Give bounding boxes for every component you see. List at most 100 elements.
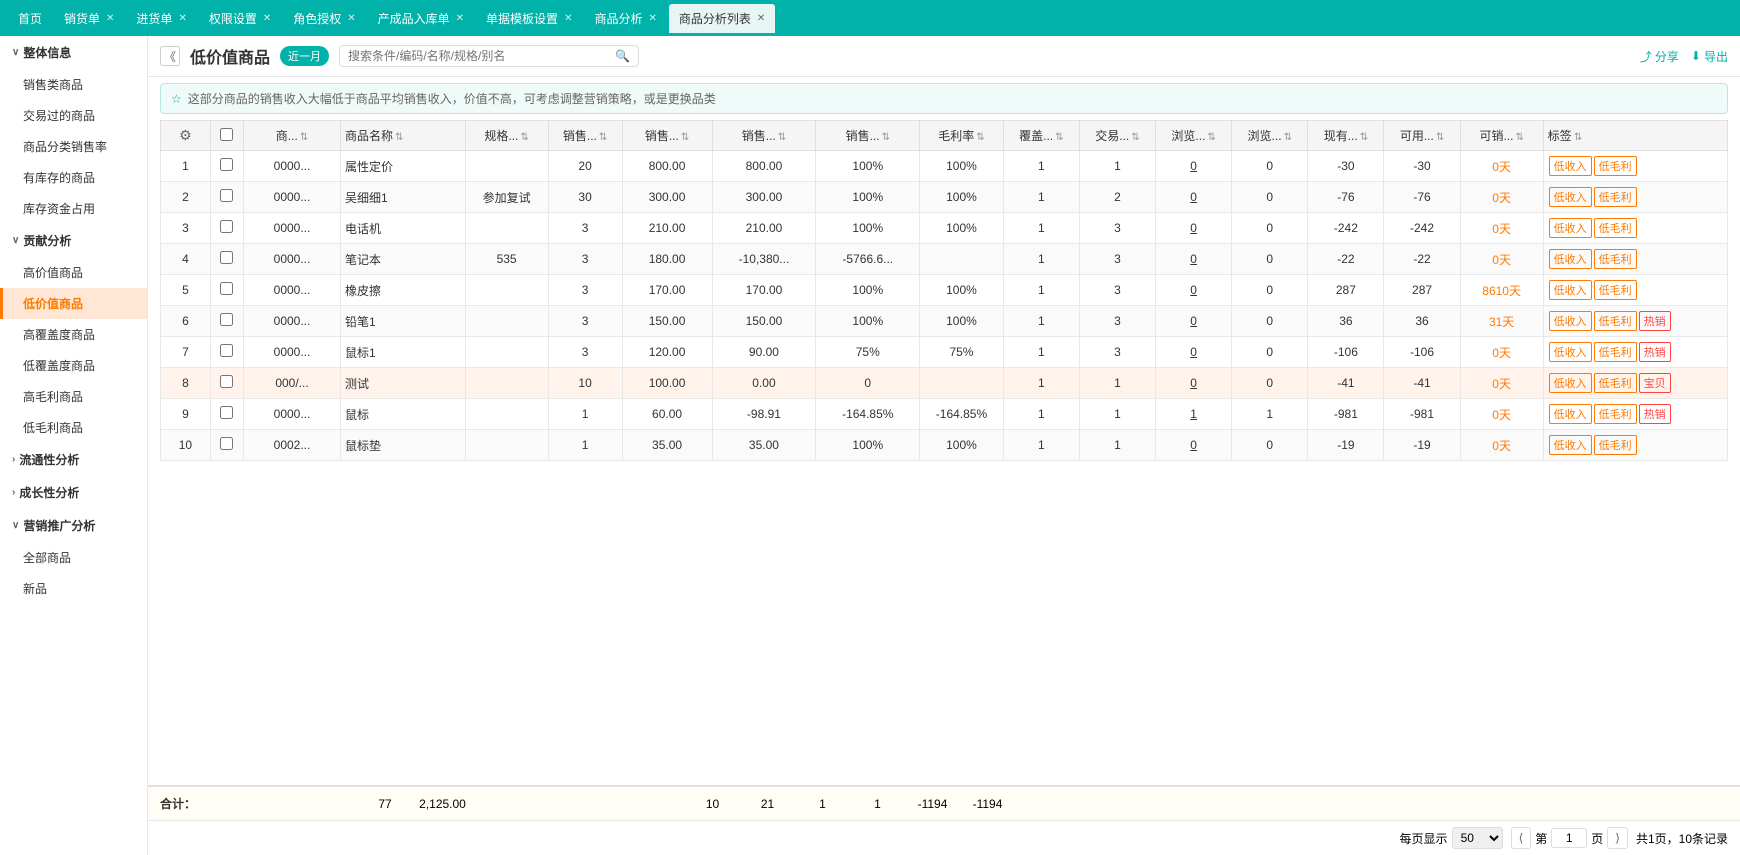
gear-icon[interactable]: ⚙ (179, 127, 192, 143)
th-checkbox[interactable] (210, 121, 243, 151)
row-browse1[interactable]: 0 (1156, 213, 1232, 244)
row-checkbox-cell[interactable] (210, 430, 243, 461)
row-checkbox[interactable] (220, 344, 233, 357)
sidebar-item-all-goods[interactable]: 全部商品 (0, 542, 147, 573)
th-code[interactable]: 商...⇅ (244, 121, 341, 151)
select-all-checkbox[interactable] (220, 128, 233, 141)
nav-sales-order-close[interactable]: ✕ (106, 13, 114, 24)
sidebar-group-circulation[interactable]: › 流通性分析 (0, 443, 147, 476)
sidebar-item-new-goods[interactable]: 新品 (0, 573, 147, 604)
sidebar-item-category-sales-rate[interactable]: 商品分类销售率 (0, 131, 147, 162)
row-checkbox-cell[interactable] (210, 368, 243, 399)
sidebar-item-high-margin[interactable]: 高毛利商品 (0, 381, 147, 412)
row-checkbox[interactable] (220, 313, 233, 326)
th-available[interactable]: 可用...⇅ (1384, 121, 1460, 151)
sidebar-item-low-value[interactable]: 低价值商品 (0, 288, 147, 319)
row-checkbox-cell[interactable] (210, 337, 243, 368)
th-coverage[interactable]: 覆盖...⇅ (1003, 121, 1079, 151)
search-icon[interactable]: 🔍 (615, 49, 630, 63)
nav-role-auth-close[interactable]: ✕ (347, 13, 355, 24)
per-page-dropdown[interactable]: 50 100 200 (1452, 827, 1503, 849)
row-checkbox[interactable] (220, 437, 233, 450)
th-sales-amount[interactable]: 销售...⇅ (712, 121, 816, 151)
row-checkbox[interactable] (220, 406, 233, 419)
row-checkbox-cell[interactable] (210, 244, 243, 275)
nav-template[interactable]: 单据模板设置 ✕ (476, 4, 582, 33)
search-input[interactable] (348, 49, 609, 63)
th-browse2[interactable]: 浏览...⇅ (1232, 121, 1308, 151)
period-tag[interactable]: 近一月 (280, 46, 329, 66)
sidebar-item-low-margin[interactable]: 低毛利商品 (0, 412, 147, 443)
share-button[interactable]: ⤴ 分享 (1640, 48, 1679, 65)
nav-product-instock[interactable]: 产成品入库单 ✕ (368, 4, 474, 33)
browse1-link[interactable]: 0 (1190, 376, 1197, 390)
sidebar-group-growth[interactable]: › 成长性分析 (0, 476, 147, 509)
first-page-button[interactable]: ⟨ (1511, 827, 1532, 849)
sidebar-item-high-value[interactable]: 高价值商品 (0, 257, 147, 288)
browse1-link[interactable]: 0 (1190, 438, 1197, 452)
browse1-link[interactable]: 0 (1190, 221, 1197, 235)
browse1-link[interactable]: 0 (1190, 252, 1197, 266)
th-sales-qty[interactable]: 销售...⇅ (548, 121, 622, 151)
th-sales-price[interactable]: 销售...⇅ (622, 121, 712, 151)
sidebar-item-high-coverage[interactable]: 高覆盖度商品 (0, 319, 147, 350)
row-checkbox[interactable] (220, 189, 233, 202)
browse1-link[interactable]: 0 (1190, 314, 1197, 328)
nav-purchase-order[interactable]: 进货单 ✕ (126, 4, 196, 33)
sidebar-item-low-coverage[interactable]: 低覆盖度商品 (0, 350, 147, 381)
row-checkbox-cell[interactable] (210, 213, 243, 244)
browse1-link[interactable]: 0 (1190, 345, 1197, 359)
browse1-link[interactable]: 1 (1190, 407, 1197, 421)
row-checkbox-cell[interactable] (210, 399, 243, 430)
row-browse1[interactable]: 0 (1156, 244, 1232, 275)
row-checkbox-cell[interactable] (210, 151, 243, 182)
th-transaction[interactable]: 交易...⇅ (1079, 121, 1155, 151)
row-checkbox-cell[interactable] (210, 182, 243, 213)
nav-sales-order[interactable]: 销货单 ✕ (54, 4, 124, 33)
row-checkbox-cell[interactable] (210, 306, 243, 337)
th-gear[interactable]: ⚙ (161, 121, 211, 151)
row-checkbox[interactable] (220, 220, 233, 233)
nav-template-close[interactable]: ✕ (564, 13, 572, 24)
nav-product-analysis-close[interactable]: ✕ (648, 13, 656, 24)
export-button[interactable]: ⬇ 导出 (1691, 48, 1728, 65)
row-checkbox[interactable] (220, 251, 233, 264)
row-browse1[interactable]: 0 (1156, 151, 1232, 182)
th-browse1[interactable]: 浏览...⇅ (1156, 121, 1232, 151)
page-number-input[interactable] (1551, 828, 1587, 848)
th-current-stock[interactable]: 现有...⇅ (1308, 121, 1384, 151)
th-spec[interactable]: 规格...⇅ (465, 121, 548, 151)
sidebar-item-traded-goods[interactable]: 交易过的商品 (0, 100, 147, 131)
row-browse1[interactable]: 1 (1156, 399, 1232, 430)
browse1-link[interactable]: 0 (1190, 283, 1197, 297)
row-browse1[interactable]: 0 (1156, 182, 1232, 213)
sidebar-item-sales-goods[interactable]: 销售类商品 (0, 69, 147, 100)
row-checkbox[interactable] (220, 158, 233, 171)
sidebar-group-overall[interactable]: ∨ 整体信息 (0, 36, 147, 69)
th-sales-cost[interactable]: 销售...⇅ (816, 121, 920, 151)
nav-permission-close[interactable]: ✕ (263, 13, 271, 24)
nav-product-analysis-list[interactable]: 商品分析列表 ✕ (669, 4, 775, 33)
nav-home[interactable]: 首页 (8, 4, 52, 33)
th-name[interactable]: 商品名称⇅ (340, 121, 465, 151)
browse1-link[interactable]: 0 (1190, 159, 1197, 173)
sidebar-group-contribution[interactable]: ∨ 贡献分析 (0, 224, 147, 257)
row-checkbox[interactable] (220, 282, 233, 295)
row-checkbox[interactable] (220, 375, 233, 388)
row-browse1[interactable]: 0 (1156, 275, 1232, 306)
sidebar-item-stock-goods[interactable]: 有库存的商品 (0, 162, 147, 193)
sidebar-item-stock-capital[interactable]: 库存资金占用 (0, 193, 147, 224)
nav-permission[interactable]: 权限设置 ✕ (199, 4, 281, 33)
collapse-sidebar-button[interactable]: 《 (160, 46, 180, 66)
browse1-link[interactable]: 0 (1190, 190, 1197, 204)
row-checkbox-cell[interactable] (210, 275, 243, 306)
nav-product-analysis-list-close[interactable]: ✕ (757, 13, 765, 24)
row-browse1[interactable]: 0 (1156, 306, 1232, 337)
row-browse1[interactable]: 0 (1156, 337, 1232, 368)
nav-product-analysis[interactable]: 商品分析 ✕ (584, 4, 666, 33)
th-tags[interactable]: 标签⇅ (1543, 121, 1727, 151)
next-page-button[interactable]: ⟩ (1607, 827, 1628, 849)
nav-purchase-order-close[interactable]: ✕ (178, 13, 186, 24)
th-sellable[interactable]: 可销...⇅ (1460, 121, 1543, 151)
nav-product-instock-close[interactable]: ✕ (456, 13, 464, 24)
